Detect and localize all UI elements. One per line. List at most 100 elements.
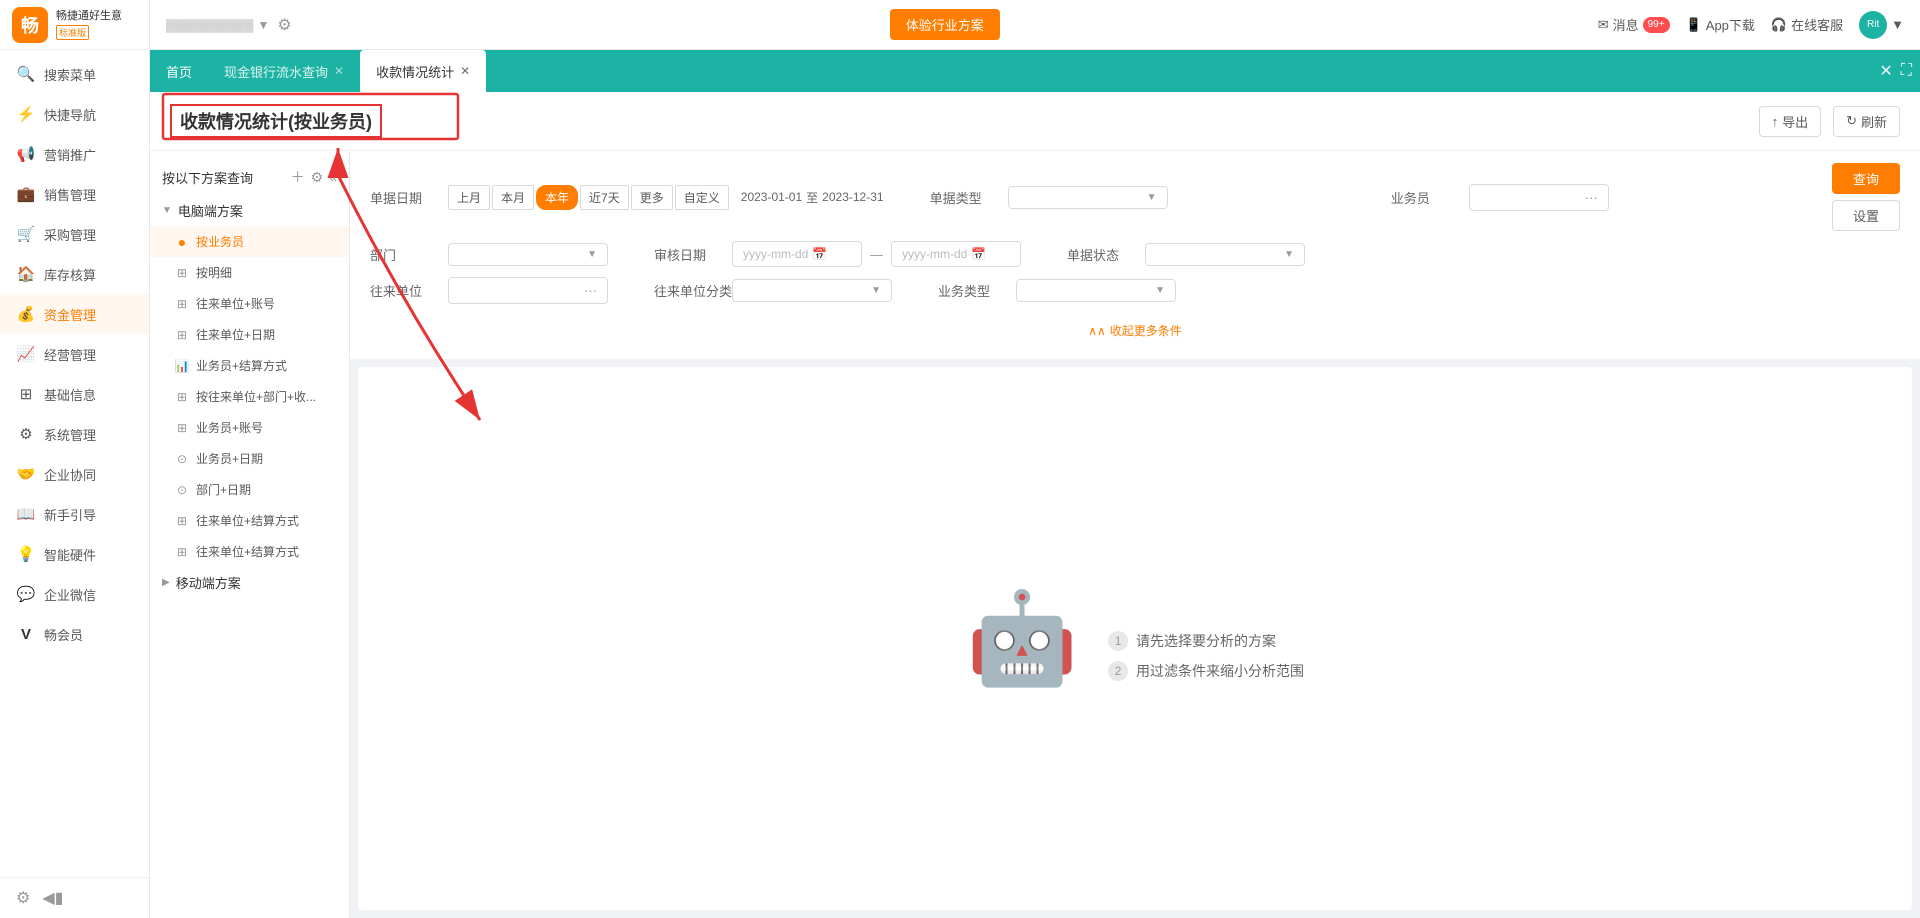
online-service-action[interactable]: 🎧 在线客服 [1771, 15, 1843, 34]
collapse-more-btn[interactable]: ∧∧ 收起更多条件 [370, 314, 1900, 347]
sidebar-nav: 🔍 搜索菜单 ⚡ 快捷导航 📢 营销推广 💼 销售管理 🛒 采购管理 🏠 库存核… [0, 50, 149, 877]
tree-item-dept-date[interactable]: ⊙ 部门+日期 [150, 474, 349, 505]
avatar: Rit [1859, 11, 1887, 39]
sidebar-item-search[interactable]: 🔍 搜索菜单 [0, 54, 149, 94]
sidebar-item-finance[interactable]: 💰 资金管理 [0, 294, 149, 334]
corp-icon: 🤝 [16, 464, 36, 484]
panel-header: 按以下方案查询 ＋ ⚙ « [150, 159, 349, 195]
tree-item-partner-settle2[interactable]: ⊞ 往来单位+结算方式 [150, 536, 349, 567]
sidebar-item-smart-hw[interactable]: 💡 智能硬件 [0, 534, 149, 574]
panel-header-actions: ＋ ⚙ « [291, 167, 337, 187]
smart-hw-icon: 💡 [16, 544, 36, 564]
date-start: 2023-01-01 [741, 190, 802, 204]
partner-select[interactable]: ··· [448, 277, 608, 304]
query-btn[interactable]: 查询 [1832, 163, 1900, 194]
sidebar-item-label: 采购管理 [44, 225, 96, 244]
collapse-sidebar-icon[interactable]: ◀▮ [42, 888, 63, 908]
trial-btn[interactable]: 体验行业方案 [890, 9, 1000, 40]
tab-receipt-stats-close[interactable]: ✕ [460, 64, 470, 78]
partner-category-select[interactable]: ▼ [732, 279, 892, 302]
sidebar-item-wechat[interactable]: 💬 企业微信 [0, 574, 149, 614]
dept-label: 部门 [370, 245, 440, 264]
tree-item-label: 往来单位+结算方式 [196, 512, 299, 529]
date-tab-this-year[interactable]: 本年 [536, 185, 578, 210]
salesperson-account-icon: ⊞ [174, 420, 190, 436]
app-download-action[interactable]: 📱 App下载 [1686, 15, 1755, 34]
tree-item-by-detail[interactable]: ⊞ 按明细 [150, 257, 349, 288]
setting-btn[interactable]: 设置 [1832, 200, 1900, 231]
tab-bank-flow[interactable]: 现金银行流水查询 ✕ [208, 50, 360, 92]
date-range: 2023-01-01 至 2023-12-31 [741, 189, 884, 206]
sidebar-item-marketing[interactable]: 📢 营销推广 [0, 134, 149, 174]
date-tab-last-month[interactable]: 上月 [448, 185, 490, 210]
tree-item-partner-dept[interactable]: ⊞ 按往来单位+部门+收... [150, 381, 349, 412]
settings-gear[interactable]: ⚙ [277, 15, 291, 35]
tree-desktop-header[interactable]: ▼ 电脑端方案 [150, 195, 349, 226]
sidebar-item-sales[interactable]: 💼 销售管理 [0, 174, 149, 214]
partner-date-icon: ⊞ [174, 327, 190, 343]
collapse-label: 收起更多条件 [1110, 322, 1182, 339]
sidebar-item-member[interactable]: V 畅会员 [0, 614, 149, 654]
sidebar-item-label: 经营管理 [44, 345, 96, 364]
right-panel: 单据日期 上月 本月 本年 近7天 更多 自定义 2023-01-01 [350, 151, 1920, 918]
tree-item-label: 往来单位+结算方式 [196, 543, 299, 560]
tip-num-1: 1 [1108, 631, 1128, 651]
tab-close-all-btn[interactable]: ✕ [1879, 61, 1892, 81]
sidebar-item-system[interactable]: ⚙ 系统管理 [0, 414, 149, 454]
add-scheme-btn[interactable]: ＋ [291, 167, 305, 187]
basic-icon: ⊞ [16, 384, 36, 404]
date-tab-7days[interactable]: 近7天 [580, 185, 629, 210]
messages-action[interactable]: ✉ 消息 99+ [1598, 15, 1670, 34]
salesperson-label: 业务员 [1391, 188, 1461, 207]
tree-item-salesperson-account[interactable]: ⊞ 业务员+账号 [150, 412, 349, 443]
sidebar-item-label: 营销推广 [44, 145, 96, 164]
partner-category-label: 往来单位分类 [654, 281, 724, 300]
sidebar-item-inventory[interactable]: 🏠 库存核算 [0, 254, 149, 294]
date-tab-custom[interactable]: 自定义 [675, 185, 729, 210]
date-tab-more[interactable]: 更多 [631, 185, 673, 210]
business-type-select[interactable]: ▼ [1016, 279, 1176, 302]
tree-mobile-header[interactable]: ▶ 移动端方案 [150, 567, 349, 598]
tab-receipt-stats[interactable]: 收款情况统计 ✕ [360, 50, 486, 92]
sidebar-item-operations[interactable]: 📈 经营管理 [0, 334, 149, 374]
sidebar-item-basic[interactable]: ⊞ 基础信息 [0, 374, 149, 414]
tree-item-partner-account[interactable]: ⊞ 往来单位+账号 [150, 288, 349, 319]
voucher-status-select[interactable]: ▼ [1145, 243, 1305, 266]
date-to: 至 [806, 189, 818, 206]
tab-maximize-btn[interactable]: ⛶ [1901, 62, 1912, 80]
sidebar-item-purchase[interactable]: 🛒 采购管理 [0, 214, 149, 254]
user-avatar-area[interactable]: Rit ▼ [1859, 11, 1904, 39]
audit-date-item: 审核日期 yyyy-mm-dd 📅 — yyyy-mm-dd 📅 [654, 241, 1021, 267]
settings-icon[interactable]: ⚙ [16, 888, 30, 908]
audit-date-start[interactable]: yyyy-mm-dd 📅 [732, 241, 862, 267]
refresh-btn[interactable]: ↻ 刷新 [1833, 106, 1900, 137]
empty-state: 🤖 1 请先选择要分析的方案 2 用过滤条件来缩小分析范围 [358, 367, 1912, 910]
salesperson-item: 业务员 ··· [1391, 184, 1609, 211]
export-btn[interactable]: ↑ 导出 [1759, 106, 1822, 137]
tree-item-salesperson-settle[interactable]: 📊 业务员+结算方式 [150, 350, 349, 381]
tree-item-partner-date[interactable]: ⊞ 往来单位+日期 [150, 319, 349, 350]
sidebar-item-guide[interactable]: 📖 新手引导 [0, 494, 149, 534]
dept-select[interactable]: ▼ [448, 243, 608, 266]
purchase-icon: 🛒 [16, 224, 36, 244]
tree-item-salesperson-date[interactable]: ⊙ 业务员+日期 [150, 443, 349, 474]
audit-date-end[interactable]: yyyy-mm-dd 📅 [891, 241, 1021, 267]
voucher-type-select[interactable]: ▼ [1008, 186, 1168, 209]
refresh-icon: ↻ [1846, 113, 1857, 129]
tab-home[interactable]: 首页 [150, 50, 208, 92]
tree-item-partner-settle1[interactable]: ⊞ 往来单位+结算方式 [150, 505, 349, 536]
scheme-settings-btn[interactable]: ⚙ [311, 169, 324, 186]
empty-robot-icon: 🤖 [966, 586, 1078, 691]
tree-item-by-salesperson[interactable]: ● 按业务员 [150, 226, 349, 257]
more-icon: ··· [1585, 190, 1598, 205]
content-body: 按以下方案查询 ＋ ⚙ « ▼ 电脑端方案 ● 按业务员 [150, 151, 1920, 918]
sidebar-item-quick-nav[interactable]: ⚡ 快捷导航 [0, 94, 149, 134]
filter-row-2: 部门 ▼ 审核日期 yyyy-mm-dd 📅 [370, 241, 1900, 267]
tab-bank-flow-close[interactable]: ✕ [334, 64, 344, 78]
partner-dept-icon: ⊞ [174, 389, 190, 405]
sidebar-item-corp[interactable]: 🤝 企业协同 [0, 454, 149, 494]
date-tab-this-month[interactable]: 本月 [492, 185, 534, 210]
date-separator: — [870, 247, 883, 262]
salesperson-select[interactable]: ··· [1469, 184, 1609, 211]
collapse-panel-btn[interactable]: « [329, 169, 337, 185]
